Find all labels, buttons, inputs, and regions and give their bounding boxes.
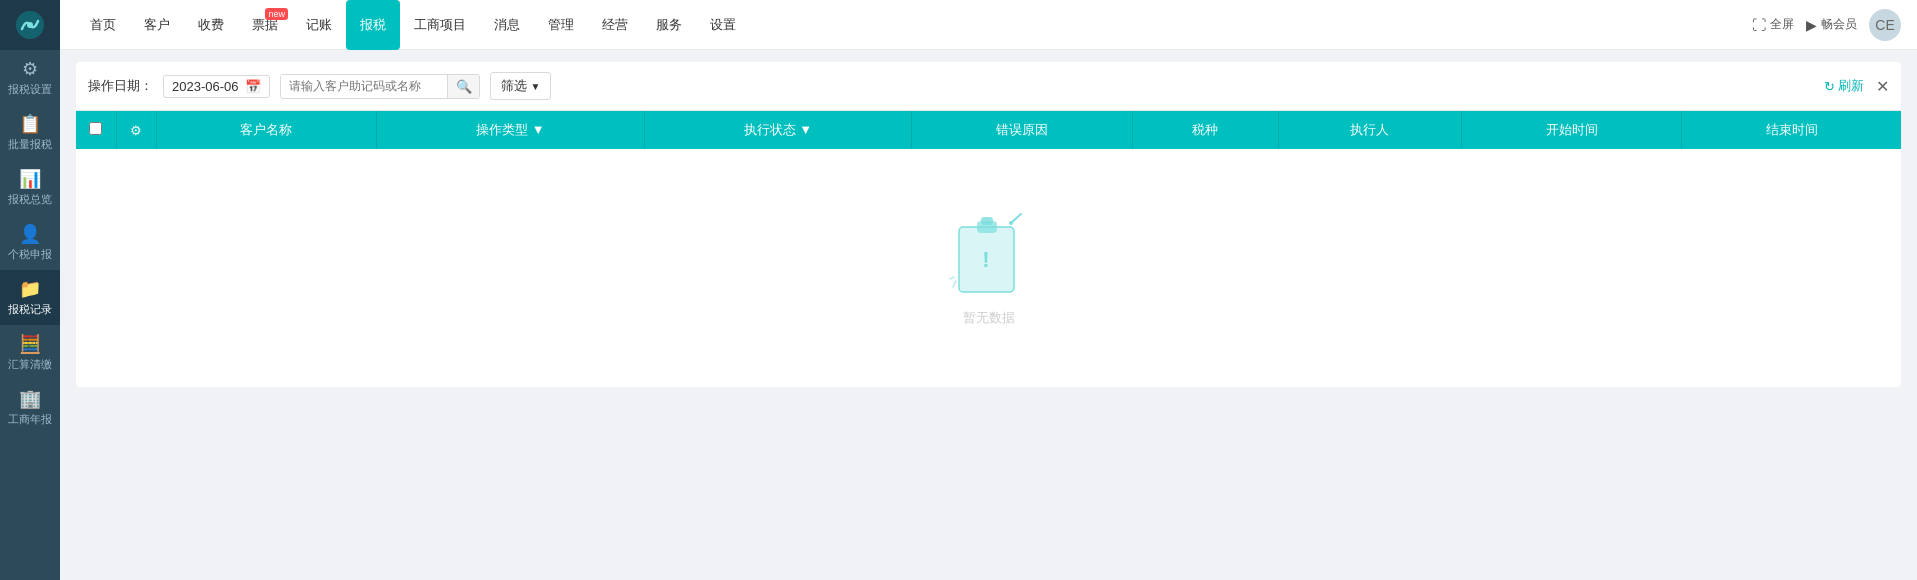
empty-state-row: ! 暂无: [76, 149, 1901, 387]
svg-line-10: [950, 277, 954, 279]
nav-item-jizhang[interactable]: 记账: [292, 0, 346, 50]
date-label: 操作日期：: [88, 77, 153, 95]
nav-item-shoufei[interactable]: 收费: [184, 0, 238, 50]
svg-point-1: [27, 22, 33, 28]
sidebar-item-huisuanqingsuan[interactable]: 🧮 汇算清缴: [0, 325, 60, 380]
nav-items: 首页 客户 收费 票据 new 记账 报税 工商项目 消息: [76, 0, 750, 50]
tax-record-icon: 📁: [19, 278, 41, 300]
close-icon: ✕: [1876, 78, 1889, 95]
sidebar: ⚙ 报税设置 📋 批量报税 📊 报税总览 👤 个税申报 📁 报税记录 🧮 汇算清…: [0, 0, 60, 580]
settings-icon[interactable]: ⚙: [130, 123, 142, 138]
content-area: 操作日期： 2023-06-06 📅 🔍 筛选 ▼ ↻: [60, 50, 1917, 580]
fullscreen-icon: ⛶: [1752, 17, 1766, 33]
refresh-button[interactable]: ↻ 刷新: [1824, 77, 1864, 95]
toolbar-right: ↻ 刷新 ✕: [1824, 77, 1889, 96]
personal-tax-icon: 👤: [19, 223, 41, 245]
empty-state: ! 暂无: [76, 149, 1901, 387]
sidebar-item-geshuishenbao[interactable]: 👤 个税申报: [0, 215, 60, 270]
th-op-type[interactable]: 操作类型 ▼: [376, 111, 644, 149]
svg-text:!: !: [982, 247, 989, 272]
th-end-time: 结束时间: [1682, 111, 1901, 149]
svg-line-9: [953, 281, 956, 287]
nav-item-fuwu[interactable]: 服务: [642, 0, 696, 50]
calendar-icon: 📅: [245, 79, 261, 94]
th-tax-type: 税种: [1132, 111, 1278, 149]
sidebar-item-piliangbaoshui[interactable]: 📋 批量报税: [0, 105, 60, 160]
nav-item-kehu[interactable]: 客户: [130, 0, 184, 50]
empty-text: 暂无数据: [963, 309, 1015, 327]
nav-item-shezhi[interactable]: 设置: [696, 0, 750, 50]
tax-settings-icon: ⚙: [22, 58, 38, 80]
search-icon: 🔍: [456, 79, 472, 94]
avatar[interactable]: CE: [1869, 9, 1901, 41]
date-picker[interactable]: 2023-06-06 📅: [163, 75, 270, 98]
data-table: ⚙ 客户名称 操作类型 ▼ 执行状态 ▼: [76, 111, 1901, 387]
th-exec-status[interactable]: 执行状态 ▼: [644, 111, 912, 149]
topnav-right: ⛶ 全屏 ▶ 畅会员 CE: [1752, 9, 1901, 41]
fullscreen-button[interactable]: ⛶ 全屏: [1752, 16, 1794, 33]
th-error-reason: 错误原因: [912, 111, 1132, 149]
search-input[interactable]: [281, 75, 447, 97]
main-area: 首页 客户 收费 票据 new 记账 报税 工商项目 消息: [60, 0, 1917, 580]
th-checkbox: [76, 111, 116, 149]
nav-item-xiaoxi[interactable]: 消息: [480, 0, 534, 50]
nav-item-baoshui[interactable]: 报税: [346, 0, 400, 50]
close-button[interactable]: ✕: [1876, 77, 1889, 96]
top-nav: 首页 客户 收费 票据 new 记账 报税 工商项目 消息: [60, 0, 1917, 50]
nav-item-gongshangxiangmu[interactable]: 工商项目: [400, 0, 480, 50]
member-button[interactable]: ▶ 畅会员: [1806, 16, 1857, 33]
search-button[interactable]: 🔍: [447, 75, 480, 98]
nav-item-jingying[interactable]: 经营: [588, 0, 642, 50]
sidebar-item-baoshuijilu[interactable]: 📁 报税记录: [0, 270, 60, 325]
search-wrap: 🔍: [280, 74, 480, 99]
video-icon: ▶: [1806, 17, 1817, 33]
svg-rect-5: [981, 217, 993, 225]
filter-button[interactable]: 筛选 ▼: [490, 72, 552, 100]
empty-illustration: !: [949, 209, 1029, 299]
settlement-icon: 🧮: [19, 333, 41, 355]
nav-item-guanli[interactable]: 管理: [534, 0, 588, 50]
annual-report-icon: 🏢: [19, 388, 41, 410]
table-scroll: ⚙ 客户名称 操作类型 ▼ 执行状态 ▼: [76, 111, 1901, 387]
table-container: 操作日期： 2023-06-06 📅 🔍 筛选 ▼ ↻: [76, 62, 1901, 387]
th-customer: 客户名称: [156, 111, 376, 149]
nav-item-shouye[interactable]: 首页: [76, 0, 130, 50]
tax-overview-icon: 📊: [19, 168, 41, 190]
th-executor: 执行人: [1278, 111, 1461, 149]
app-logo: [0, 0, 60, 50]
th-start-time: 开始时间: [1461, 111, 1681, 149]
sidebar-item-gongshangnianb[interactable]: 🏢 工商年报: [0, 380, 60, 435]
select-all-checkbox[interactable]: [89, 122, 102, 135]
sidebar-item-baoshuishezhi[interactable]: ⚙ 报税设置: [0, 50, 60, 105]
refresh-icon: ↻: [1824, 79, 1835, 94]
toolbar: 操作日期： 2023-06-06 📅 🔍 筛选 ▼ ↻: [76, 62, 1901, 111]
sidebar-item-baoshuizonglan[interactable]: 📊 报税总览: [0, 160, 60, 215]
chevron-down-icon: ▼: [531, 81, 541, 92]
nav-item-piao[interactable]: 票据 new: [238, 0, 292, 50]
svg-point-8: [1009, 221, 1013, 225]
new-badge: new: [265, 8, 288, 21]
th-settings: ⚙: [116, 111, 156, 149]
batch-tax-icon: 📋: [19, 113, 41, 135]
svg-line-7: [1011, 214, 1021, 223]
table-header-row: ⚙ 客户名称 操作类型 ▼ 执行状态 ▼: [76, 111, 1901, 149]
